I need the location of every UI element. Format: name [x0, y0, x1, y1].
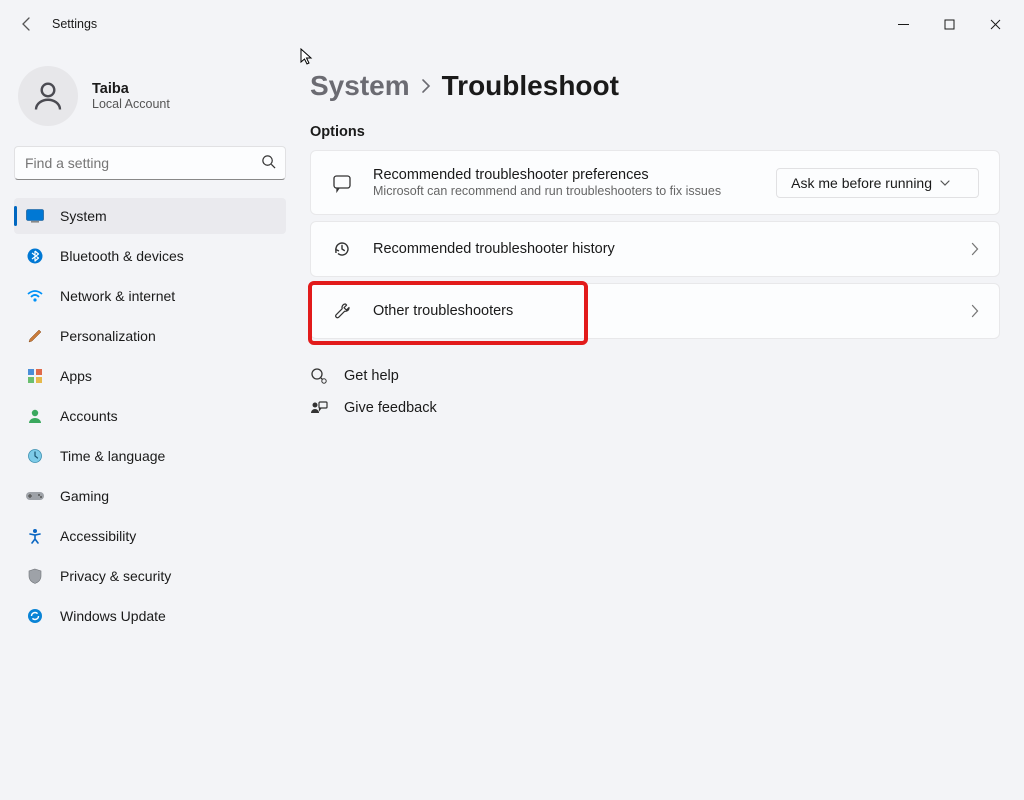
breadcrumb-current: Troubleshoot — [442, 70, 619, 102]
sidebar-item-personalization[interactable]: Personalization — [14, 318, 286, 354]
get-help-link[interactable]: Get help — [310, 367, 1000, 385]
nav: System Bluetooth & devices Network & int… — [14, 198, 286, 634]
sidebar-item-label: Personalization — [60, 328, 156, 344]
chevron-down-icon — [940, 180, 950, 186]
link-label: Get help — [344, 368, 399, 384]
system-icon — [26, 207, 44, 225]
avatar — [18, 66, 78, 126]
user-name: Taiba — [92, 81, 170, 97]
card-title: Recommended troubleshooter preferences — [373, 167, 756, 183]
accounts-icon — [26, 407, 44, 425]
search-icon — [261, 154, 276, 169]
sidebar-item-apps[interactable]: Apps — [14, 358, 286, 394]
chevron-right-icon — [420, 77, 432, 95]
sidebar-item-gaming[interactable]: Gaming — [14, 478, 286, 514]
preferences-dropdown[interactable]: Ask me before running — [776, 168, 979, 198]
arrow-left-icon — [19, 16, 35, 32]
sidebar-item-label: Windows Update — [60, 608, 166, 624]
sidebar-item-accessibility[interactable]: Accessibility — [14, 518, 286, 554]
back-button[interactable] — [10, 7, 44, 41]
minimize-icon — [898, 19, 909, 30]
sidebar-item-label: Time & language — [60, 448, 165, 464]
history-icon — [331, 238, 353, 260]
privacy-icon — [26, 567, 44, 585]
wrench-icon — [331, 300, 353, 322]
close-button[interactable] — [972, 8, 1018, 40]
sidebar-item-label: Gaming — [60, 488, 109, 504]
apps-icon — [26, 367, 44, 385]
titlebar: Settings — [0, 0, 1024, 48]
sidebar-item-time[interactable]: Time & language — [14, 438, 286, 474]
chevron-right-icon — [971, 242, 979, 256]
window-controls — [880, 8, 1018, 40]
update-icon — [26, 607, 44, 625]
sidebar-item-accounts[interactable]: Accounts — [14, 398, 286, 434]
give-feedback-link[interactable]: Give feedback — [310, 399, 1000, 417]
user-block[interactable]: Taiba Local Account — [18, 66, 282, 126]
maximize-icon — [944, 19, 955, 30]
bluetooth-icon — [26, 247, 44, 265]
main-content: System Troubleshoot Options Recommended … — [300, 48, 1024, 800]
sidebar-item-privacy[interactable]: Privacy & security — [14, 558, 286, 594]
minimize-button[interactable] — [880, 8, 926, 40]
card-troubleshooter-history[interactable]: Recommended troubleshooter history — [310, 221, 1000, 277]
sidebar-item-network[interactable]: Network & internet — [14, 278, 286, 314]
section-title: Options — [310, 124, 1000, 140]
card-subtitle: Microsoft can recommend and run troubles… — [373, 184, 756, 198]
card-title: Recommended troubleshooter history — [373, 241, 951, 257]
app-title: Settings — [52, 17, 97, 31]
search-input[interactable] — [14, 146, 286, 180]
breadcrumb-parent[interactable]: System — [310, 70, 410, 102]
search-wrap — [14, 146, 286, 180]
sidebar-item-update[interactable]: Windows Update — [14, 598, 286, 634]
sidebar-item-label: Bluetooth & devices — [60, 248, 184, 264]
help-icon — [310, 367, 328, 385]
sidebar: Taiba Local Account System Bluetooth & — [0, 48, 300, 800]
sidebar-item-label: Privacy & security — [60, 568, 171, 584]
personalization-icon — [26, 327, 44, 345]
link-label: Give feedback — [344, 400, 437, 416]
maximize-button[interactable] — [926, 8, 972, 40]
sidebar-item-label: Accounts — [60, 408, 118, 424]
card-title: Other troubleshooters — [373, 303, 951, 319]
dropdown-value: Ask me before running — [791, 175, 932, 191]
chat-icon — [331, 172, 353, 194]
sidebar-item-label: Network & internet — [60, 288, 175, 304]
sidebar-item-label: Accessibility — [60, 528, 136, 544]
card-troubleshooter-preferences[interactable]: Recommended troubleshooter preferences M… — [310, 150, 1000, 215]
accessibility-icon — [26, 527, 44, 545]
breadcrumb: System Troubleshoot — [310, 70, 1000, 102]
sidebar-item-bluetooth[interactable]: Bluetooth & devices — [14, 238, 286, 274]
gaming-icon — [26, 487, 44, 505]
card-other-troubleshooters[interactable]: Other troubleshooters — [310, 283, 1000, 339]
user-icon — [30, 78, 66, 114]
close-icon — [990, 19, 1001, 30]
help-links: Get help Give feedback — [310, 367, 1000, 417]
chevron-right-icon — [971, 304, 979, 318]
sidebar-item-system[interactable]: System — [14, 198, 286, 234]
feedback-icon — [310, 399, 328, 417]
sidebar-item-label: Apps — [60, 368, 92, 384]
network-icon — [26, 287, 44, 305]
user-subtitle: Local Account — [92, 97, 170, 111]
sidebar-item-label: System — [60, 208, 107, 224]
time-icon — [26, 447, 44, 465]
